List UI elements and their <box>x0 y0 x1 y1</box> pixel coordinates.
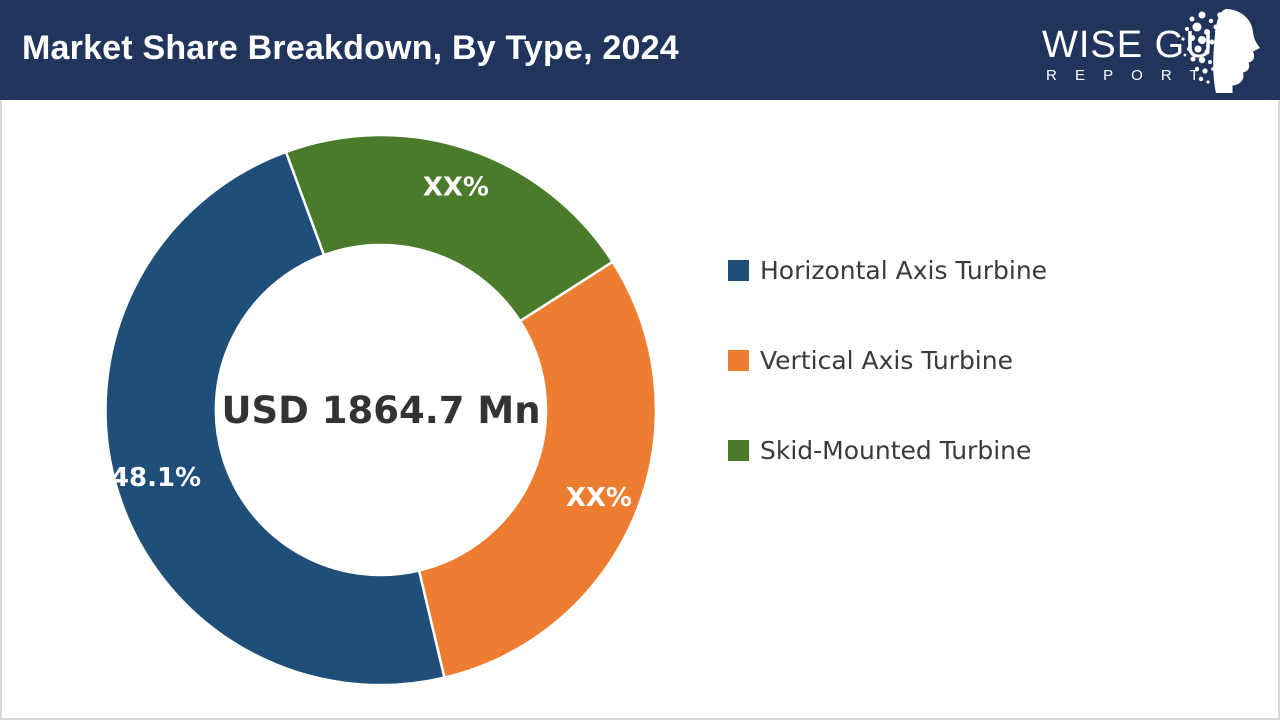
logo-dot <box>1211 67 1215 71</box>
logo-dot <box>1187 47 1191 51</box>
legend-item-skid-mounted-turbine: Skid-Mounted Turbine <box>728 435 1047 465</box>
logo-dot <box>1189 35 1195 41</box>
header-bar: Market Share Breakdown, By Type, 2024 WI… <box>0 0 1280 100</box>
legend-label: Horizontal Axis Turbine <box>760 255 1048 285</box>
logo-dot <box>1190 56 1196 62</box>
slice-label-vertical-axis-turbine: XX% <box>566 483 632 513</box>
logo-dot <box>1198 76 1204 82</box>
legend-label: Vertical Axis Turbine <box>760 345 1013 375</box>
logo-dot <box>1206 80 1210 84</box>
logo-dot <box>1194 45 1202 53</box>
logo-dot <box>1194 66 1200 72</box>
logo-dot <box>1192 22 1202 32</box>
donut-center-value: USD 1864.7 Mn <box>221 389 540 432</box>
logo-dot <box>1218 19 1222 23</box>
logo-dot <box>1204 29 1210 35</box>
donut-slice-skid-mounted-turbine <box>284 133 614 323</box>
logo-dot <box>1181 37 1185 41</box>
legend-label: Skid-Mounted Turbine <box>760 435 1032 465</box>
logo-dot <box>1208 18 1214 24</box>
logo-wordmark: WISE GUY <box>1042 24 1240 66</box>
logo-dot <box>1204 49 1210 55</box>
page-title: Market Share Breakdown, By Type, 2024 <box>22 29 679 67</box>
logo-dot <box>1189 16 1195 22</box>
logo-dot <box>1198 11 1206 19</box>
chart-legend: Horizontal Axis Turbine Vertical Axis Tu… <box>728 256 1047 526</box>
logo-dot <box>1217 12 1223 18</box>
legend-swatch-skid-mounted-turbine <box>728 439 749 461</box>
logo-dot <box>1198 36 1206 44</box>
legend-item-horizontal-axis-turbine: Horizontal Axis Turbine <box>728 255 1048 285</box>
logo-dot <box>1209 39 1215 45</box>
donut-slice-vertical-axis-turbine <box>417 260 658 679</box>
logo-dot <box>1202 68 1208 74</box>
legend-item-vertical-axis-turbine: Vertical Axis Turbine <box>728 345 1047 375</box>
logo-dot <box>1198 56 1206 64</box>
logo-dot <box>1183 53 1187 57</box>
legend-swatch-horizontal-axis-turbine <box>728 259 749 281</box>
logo-dot <box>1214 49 1218 53</box>
slice-label-skid-mounted-turbine: XX% <box>423 172 489 202</box>
logo-dot <box>1213 24 1219 30</box>
legend-swatch-vertical-axis-turbine <box>728 349 749 371</box>
donut-chart-svg: 48.1% XX% XX% USD 1864.7 Mn <box>104 133 658 687</box>
slice-label-horizontal-axis-turbine: 48.1% <box>111 463 201 493</box>
logo-dot <box>1185 27 1189 31</box>
logo-dot <box>1208 60 1212 64</box>
wise-guy-reports-logo: WISE GUY R E P O R T S <box>1042 9 1260 93</box>
